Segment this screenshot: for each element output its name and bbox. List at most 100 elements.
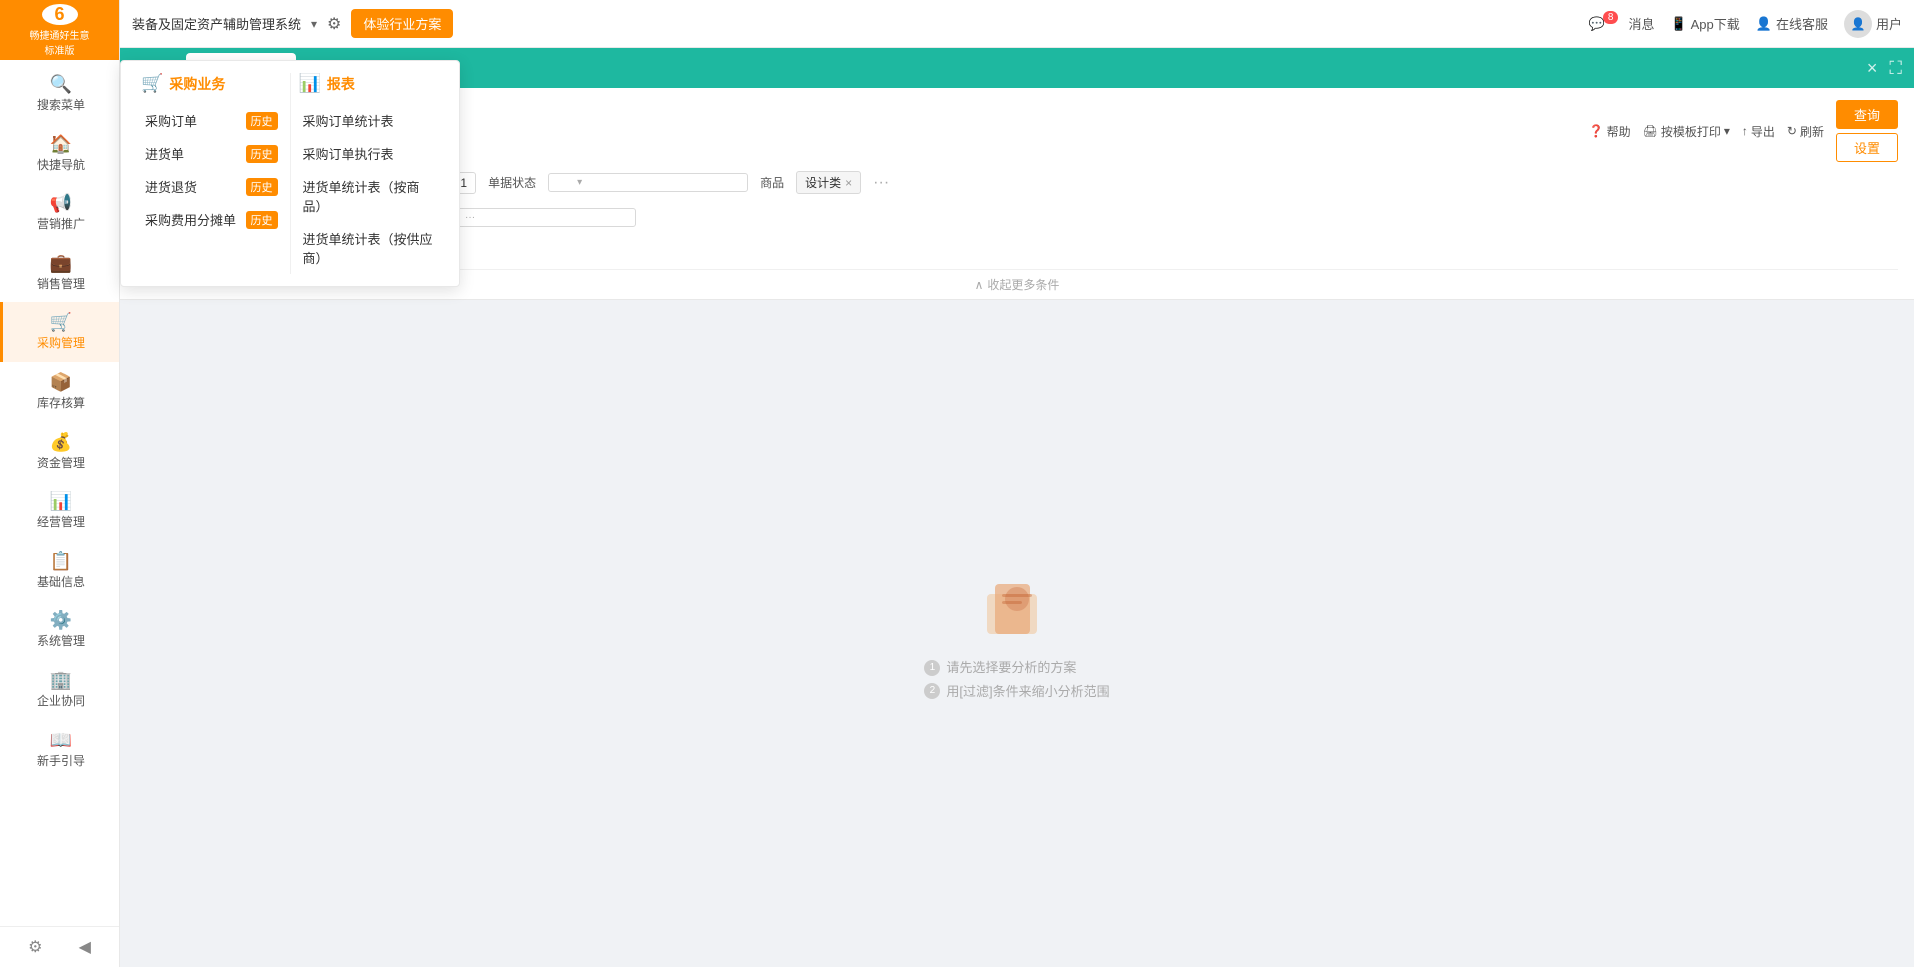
print-button[interactable]: 🖨 按模板打印 ▾ bbox=[1643, 100, 1730, 162]
avatar-icon: 👤 bbox=[1851, 17, 1866, 31]
goods-tag: 设计类 × bbox=[796, 171, 861, 194]
logo-icon: 6 bbox=[42, 4, 78, 25]
purchase-icon: 🛒 bbox=[50, 312, 72, 333]
tabs-close-all-button[interactable]: × bbox=[1859, 58, 1886, 79]
sidebar-item-sales-label: 销售管理 bbox=[37, 277, 85, 293]
expense-label: 采购费用分摊单 bbox=[145, 210, 236, 229]
purchase-order-history-badge: 历史 bbox=[246, 112, 278, 130]
sidebar-menu: 🔍 搜索菜单 🏠 快捷导航 📢 营销推广 💼 销售管理 🛒 采购管理 📦 库存核… bbox=[0, 60, 119, 926]
goods-tag-close-icon[interactable]: × bbox=[845, 176, 852, 190]
print-icon: 🖨 bbox=[1643, 124, 1658, 138]
enterprise-icon: 🏢 bbox=[50, 670, 72, 691]
system-title: 装备及固定资产辅助管理系统 bbox=[132, 14, 301, 33]
menu-item-order-stats[interactable]: 采购订单统计表 bbox=[299, 104, 440, 137]
menu-item-incoming-by-supplier[interactable]: 进货单统计表（按供应商） bbox=[299, 222, 440, 274]
menu-item-expense[interactable]: 采购费用分摊单 历史 bbox=[141, 203, 282, 236]
home-icon: 🏠 bbox=[50, 134, 72, 155]
query-button[interactable]: 查询 bbox=[1836, 100, 1898, 129]
top-header: 装备及固定资产辅助管理系统 ▾ ⚙ 体验行业方案 💬 8 消息 📱 App下载 … bbox=[120, 0, 1914, 48]
system-title-dropdown-button[interactable]: ▾ bbox=[311, 17, 317, 31]
tabs-expand-button[interactable]: ⛶ bbox=[1885, 58, 1906, 79]
operation-icon: 📊 bbox=[50, 491, 72, 512]
goods-more-button[interactable]: ··· bbox=[873, 174, 889, 192]
salesperson-select[interactable]: ··· bbox=[436, 208, 636, 227]
sidebar-item-basic-label: 基础信息 bbox=[37, 575, 85, 591]
user-label: 用户 bbox=[1876, 14, 1902, 33]
report-col-title: 报表 bbox=[327, 74, 355, 94]
sidebar-item-sales[interactable]: 💼 销售管理 bbox=[0, 243, 119, 303]
salesperson-chevron-icon: ··· bbox=[465, 212, 475, 223]
sidebar-settings-button[interactable]: ⚙ bbox=[28, 937, 42, 957]
export-button[interactable]: ↑ 导出 bbox=[1742, 100, 1775, 162]
basic-icon: 📋 bbox=[50, 551, 72, 572]
sidebar-item-enterprise[interactable]: 🏢 企业协同 bbox=[0, 660, 119, 720]
sidebar-item-system[interactable]: ⚙️ 系统管理 bbox=[0, 600, 119, 660]
sales-icon: 💼 bbox=[50, 253, 72, 274]
export-icon: ↑ bbox=[1742, 124, 1748, 138]
sidebar-item-newbie-label: 新手引导 bbox=[37, 754, 85, 770]
online-service-item[interactable]: 👤 在线客服 bbox=[1756, 14, 1828, 33]
sidebar-item-operation[interactable]: 📊 经营管理 bbox=[0, 481, 119, 541]
empty-svg bbox=[967, 564, 1067, 644]
sidebar-item-search[interactable]: 🔍 搜索菜单 bbox=[0, 64, 119, 124]
sidebar-item-quick-nav[interactable]: 🏠 快捷导航 bbox=[0, 124, 119, 184]
notifications-item[interactable]: 💬 8 消息 bbox=[1589, 14, 1655, 33]
sidebar-item-newbie[interactable]: 📖 新手引导 bbox=[0, 720, 119, 780]
purchase-order-label: 采购订单 bbox=[145, 111, 197, 130]
tip-text-1: 请先选择要分析的方案 bbox=[946, 656, 1076, 679]
print-dropdown-icon: ▾ bbox=[1724, 124, 1730, 138]
notification-label: 消息 bbox=[1628, 14, 1654, 33]
sidebar-collapse-button[interactable]: ◀ bbox=[79, 937, 91, 957]
help-icon: ❓ bbox=[1589, 124, 1604, 138]
empty-tip-2: 2 用[过滤]条件来缩小分析范围 bbox=[924, 680, 1109, 703]
collapse-up-icon: ∧ bbox=[975, 278, 984, 292]
bill-status-select[interactable]: ▾ bbox=[548, 173, 748, 192]
menu-item-incoming[interactable]: 进货单 历史 bbox=[141, 137, 282, 170]
report-col: 📊 报表 采购订单统计表 采购订单执行表 进货单统计表（按商品） 进货单统计表（… bbox=[290, 73, 448, 274]
logo-number: 6 bbox=[54, 4, 64, 25]
menu-item-incoming-by-goods[interactable]: 进货单统计表（按商品） bbox=[299, 170, 440, 222]
sidebar-item-purchase-label: 采购管理 bbox=[37, 336, 85, 352]
return-label: 进货退货 bbox=[145, 177, 197, 196]
notification-count-badge: 8 bbox=[1603, 11, 1619, 24]
menu-item-purchase-order[interactable]: 采购订单 历史 bbox=[141, 104, 282, 137]
order-exec-label: 采购订单执行表 bbox=[303, 144, 394, 163]
mobile-icon: 📱 bbox=[1670, 16, 1686, 32]
brand-version: 标准版 bbox=[45, 42, 75, 57]
header-settings-icon[interactable]: ⚙ bbox=[327, 14, 341, 34]
bill-status-chevron-icon: ▾ bbox=[577, 177, 582, 188]
menu-item-order-exec[interactable]: 采购订单执行表 bbox=[299, 137, 440, 170]
report-col-icon: 📊 bbox=[299, 73, 321, 94]
app-download-item[interactable]: 📱 App下载 bbox=[1670, 14, 1739, 33]
user-item[interactable]: 👤 用户 bbox=[1844, 10, 1902, 38]
tip-num-1: 1 bbox=[924, 660, 940, 676]
refresh-button[interactable]: ↻ 刷新 bbox=[1787, 100, 1824, 162]
sidebar-item-basic[interactable]: 📋 基础信息 bbox=[0, 541, 119, 601]
incoming-history-badge: 历史 bbox=[246, 145, 278, 163]
goods-tag-value: 设计类 bbox=[805, 174, 841, 191]
sidebar-item-capital[interactable]: 💰 资金管理 bbox=[0, 422, 119, 482]
refresh-icon: ↻ bbox=[1787, 124, 1797, 138]
sidebar-item-search-label: 搜索菜单 bbox=[37, 98, 85, 114]
header-right: 💬 8 消息 📱 App下载 👤 在线客服 👤 用户 bbox=[1589, 10, 1902, 38]
incoming-label: 进货单 bbox=[145, 144, 184, 163]
tip-num-2: 2 bbox=[924, 683, 940, 699]
sidebar-item-inventory[interactable]: 📦 库存核算 bbox=[0, 362, 119, 422]
sidebar-item-marketing[interactable]: 📢 营销推广 bbox=[0, 183, 119, 243]
sidebar-item-inventory-label: 库存核算 bbox=[37, 396, 85, 412]
goods-label: 商品 bbox=[760, 174, 784, 191]
avatar: 👤 bbox=[1844, 10, 1872, 38]
bill-status-label: 单据状态 bbox=[488, 174, 536, 191]
sidebar-item-capital-label: 资金管理 bbox=[37, 456, 85, 472]
settings-button[interactable]: 设置 bbox=[1836, 133, 1898, 162]
capital-icon: 💰 bbox=[50, 432, 72, 453]
help-button[interactable]: ❓ 帮助 bbox=[1589, 100, 1631, 162]
print-label: 按模板打印 bbox=[1661, 123, 1721, 140]
inventory-icon: 📦 bbox=[50, 372, 72, 393]
sidebar-item-enterprise-label: 企业协同 bbox=[37, 694, 85, 710]
return-history-badge: 历史 bbox=[246, 178, 278, 196]
sidebar-item-purchase[interactable]: 🛒 采购管理 bbox=[0, 302, 119, 362]
app-download-label: App下载 bbox=[1691, 14, 1740, 33]
menu-item-return[interactable]: 进货退货 历史 bbox=[141, 170, 282, 203]
industry-btn[interactable]: 体验行业方案 bbox=[351, 9, 453, 38]
